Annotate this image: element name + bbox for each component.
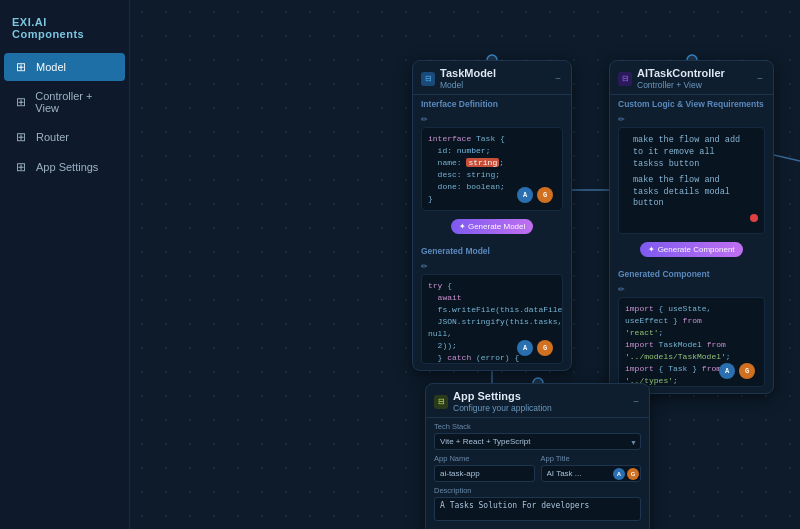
avatar-orange3: G <box>739 363 755 379</box>
ai-requirements[interactable]: make the flow and add to it remove all t… <box>618 127 765 234</box>
description-textarea[interactable] <box>434 497 641 521</box>
settings-icon2: ⊟ <box>434 395 448 409</box>
custom-logic-body: ✏ make the flow and add to it remove all… <box>610 111 773 240</box>
sidebar: EXI.AI Components ⊞ Model ⊞ Controller +… <box>0 0 130 529</box>
ai-line1: make the flow and add to it remove all t… <box>625 133 758 173</box>
apptitle-label: App Title <box>541 454 642 463</box>
appsettings-header: ⊟ App Settings Configure your applicatio… <box>426 384 649 418</box>
avatar-blue: A <box>517 187 533 203</box>
avatar-small-blue: A <box>613 468 625 480</box>
sidebar-title: EXI.AI Components <box>0 8 129 52</box>
appname-input[interactable] <box>434 465 535 482</box>
taskmodel-title: TaskModel <box>440 67 496 79</box>
generated-component-body: ✏ import { useState, useEffect } from 'r… <box>610 281 773 393</box>
appname-label: App Name <box>434 454 535 463</box>
interface-section-label: Interface Definition <box>413 95 571 111</box>
aitask-badge: Controller + View <box>637 80 725 90</box>
description-label: Description <box>434 486 641 495</box>
edit-icon3: ✏ <box>618 115 765 124</box>
sidebar-item-label: Router <box>36 131 69 143</box>
node-aitaskcontroller: ⊟ AITaskController Controller + View − C… <box>609 60 774 394</box>
controller-icon: ⊞ <box>14 95 27 109</box>
techstack-select[interactable]: Vite + React + TypeScript <box>434 433 641 450</box>
sidebar-item-label: App Settings <box>36 161 98 173</box>
taskmodel-badge: Model <box>440 80 496 90</box>
custom-logic-label: Custom Logic & View Requirements <box>610 95 773 111</box>
model-icon: ⊟ <box>421 72 435 86</box>
techstack-label: Tech Stack <box>434 422 641 431</box>
generated-model-body: ✏ try { await fs.writeFile(this.dataFile… <box>413 258 571 370</box>
aitask-title: AITaskController <box>637 67 725 79</box>
svg-line-1 <box>774 155 800 165</box>
error-dot <box>750 214 758 222</box>
sidebar-item-model[interactable]: ⊞ Model <box>4 53 125 81</box>
minimize-button[interactable]: − <box>553 73 563 84</box>
generated-component-label: Generated Component <box>610 265 773 281</box>
router-icon: ⊞ <box>14 130 28 144</box>
edit-icon: ✏ <box>421 115 563 124</box>
aitask-header: ⊟ AITaskController Controller + View − <box>610 61 773 95</box>
sidebar-item-router[interactable]: ⊞ Router <box>4 123 125 151</box>
generate-model-button[interactable]: ✦ Generate Model <box>451 219 534 234</box>
appsettings-badge: Configure your application <box>453 403 552 413</box>
aitask-minimize[interactable]: − <box>755 73 765 84</box>
avatar-small-orange: G <box>627 468 639 480</box>
avatar-orange: G <box>537 187 553 203</box>
main-canvas: ⊟ TaskModel Model − Interface Definition… <box>130 0 800 529</box>
settings-icon: ⊞ <box>14 160 28 174</box>
edit-icon2: ✏ <box>421 262 563 271</box>
avatar-blue2: A <box>517 340 533 356</box>
avatar-orange2: G <box>537 340 553 356</box>
generated-component-code: import { useState, useEffect } from 'rea… <box>618 297 765 387</box>
controller-icon2: ⊟ <box>618 72 632 86</box>
sidebar-item-label: Controller + View <box>35 90 115 114</box>
sidebar-item-label: Model <box>36 61 66 73</box>
generated-code: try { await fs.writeFile(this.dataFilePa… <box>421 274 563 364</box>
node-appsettings: ⊟ App Settings Configure your applicatio… <box>425 383 650 529</box>
node-taskmodel: ⊟ TaskModel Model − Interface Definition… <box>412 60 572 371</box>
avatar-blue3: A <box>719 363 735 379</box>
sidebar-item-controller-view[interactable]: ⊞ Controller + View <box>4 83 125 121</box>
interface-definition-body: ✏ interface Task { id: number; name: str… <box>413 111 571 217</box>
model-icon: ⊞ <box>14 60 28 74</box>
generated-model-label: Generated Model <box>413 242 571 258</box>
settings-form: Tech Stack Vite + React + TypeScript ▼ A… <box>426 418 649 529</box>
ai-line2: make the flow and tasks details modal bu… <box>625 173 758 213</box>
interface-code: interface Task { id: number; name: strin… <box>421 127 563 211</box>
appsettings-minimize[interactable]: − <box>631 396 641 407</box>
taskmodel-header: ⊟ TaskModel Model − <box>413 61 571 95</box>
sidebar-item-app-settings[interactable]: ⊞ App Settings <box>4 153 125 181</box>
generate-component-button[interactable]: ✦ Generate Component <box>640 242 742 257</box>
edit-icon4: ✏ <box>618 285 765 294</box>
appsettings-title: App Settings <box>453 390 552 402</box>
